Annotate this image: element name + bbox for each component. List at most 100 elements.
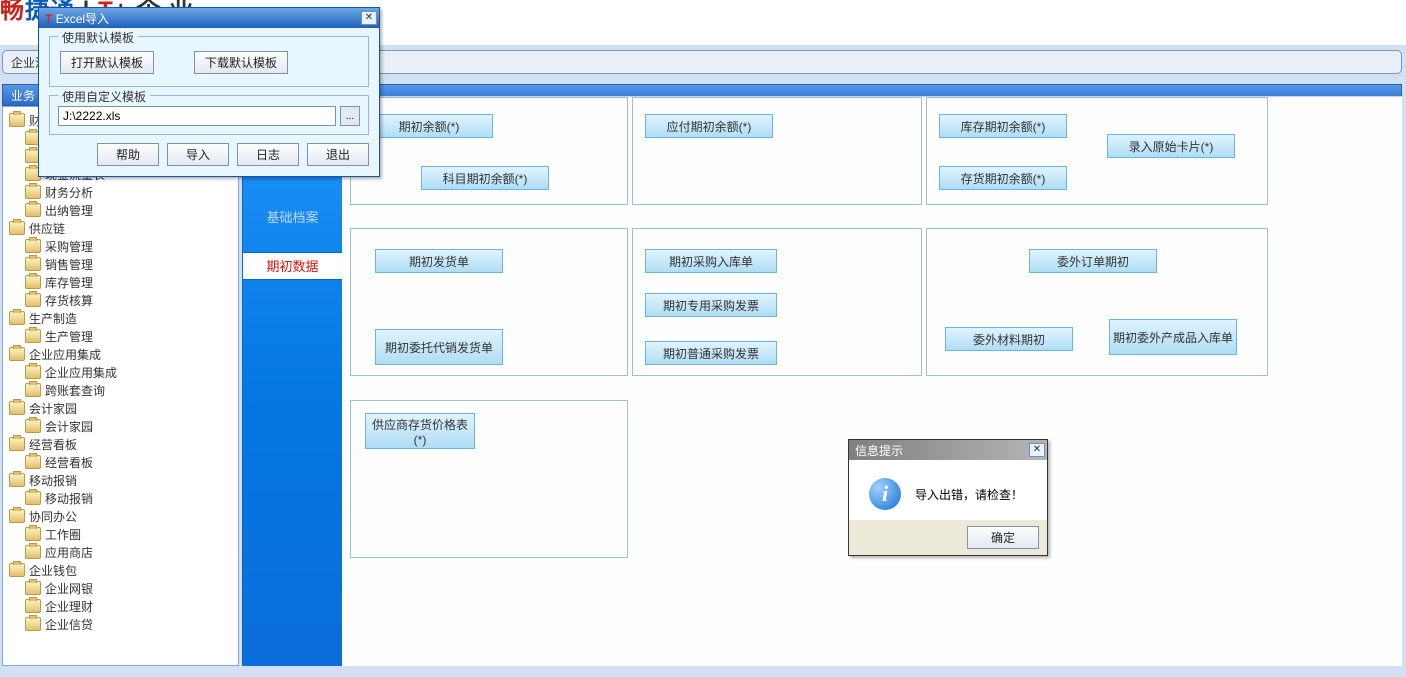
tree-node-label: 财务分析 bbox=[45, 184, 93, 201]
tree-node[interactable]: 供应链 bbox=[5, 219, 236, 237]
tile-period-init-balance[interactable]: 期初余额(*) bbox=[365, 114, 493, 138]
tree-node[interactable]: 企业网银 bbox=[5, 579, 236, 597]
tree-node-label: 协同办公 bbox=[29, 508, 77, 525]
tile-outsource-finished-inbound[interactable]: 期初委外产成品入库单 bbox=[1109, 319, 1237, 355]
folder-icon bbox=[9, 473, 25, 487]
tree-node[interactable]: 销售管理 bbox=[5, 255, 236, 273]
tile-enter-original-card[interactable]: 录入原始卡片(*) bbox=[1107, 134, 1235, 158]
tile-init-special-purchase-invoice[interactable]: 期初专用采购发票 bbox=[645, 293, 777, 317]
group-1a: 期初余额(*) 科目期初余额(*) bbox=[350, 97, 628, 205]
tree-node-label: 存货核算 bbox=[45, 292, 93, 309]
tree-node[interactable]: 企业理财 bbox=[5, 597, 236, 615]
tile-outsource-material-init[interactable]: 委外材料期初 bbox=[945, 327, 1073, 351]
download-default-template-button[interactable]: 下载默认模板 bbox=[194, 51, 288, 74]
tree-node[interactable]: 应用商店 bbox=[5, 543, 236, 561]
tree-node[interactable]: 工作圈 bbox=[5, 525, 236, 543]
panel-item-initdata[interactable]: 期初数据 bbox=[243, 252, 342, 280]
tile-init-shipment[interactable]: 期初发货单 bbox=[375, 249, 503, 273]
tree-node-label: 企业钱包 bbox=[29, 562, 77, 579]
log-button[interactable]: 日志 bbox=[237, 143, 299, 166]
tree-node-label: 经营看板 bbox=[29, 436, 77, 453]
tile-init-consignment-shipment[interactable]: 期初委托代销发货单 bbox=[375, 329, 503, 365]
tile-init-purchase-inbound[interactable]: 期初采购入库单 bbox=[645, 249, 777, 273]
tree-node[interactable]: 会计家园 bbox=[5, 417, 236, 435]
folder-icon bbox=[25, 185, 41, 199]
tree-node-label: 跨账套查询 bbox=[45, 382, 105, 399]
tree-node-label: 工作圈 bbox=[45, 526, 81, 543]
tree-node[interactable]: 经营看板 bbox=[5, 435, 236, 453]
tree-node[interactable]: 财务分析 bbox=[5, 183, 236, 201]
message-box: 信息提示 ✕ i 导入出错，请检查！ 确定 bbox=[848, 439, 1048, 556]
tree-node[interactable]: 企业信贷 bbox=[5, 615, 236, 633]
tile-inventory-init-balance[interactable]: 存货期初余额(*) bbox=[939, 166, 1067, 190]
folder-icon bbox=[25, 365, 41, 379]
tile-init-normal-purchase-invoice[interactable]: 期初普通采购发票 bbox=[645, 341, 777, 365]
dialog-title-text: Excel导入 bbox=[56, 12, 109, 26]
tile-supplier-inventory-price[interactable]: 供应商存货价格表(*) bbox=[365, 413, 475, 449]
folder-icon bbox=[25, 419, 41, 433]
group-2c: 委外订单期初 委外材料期初 期初委外产成品入库单 bbox=[926, 228, 1268, 376]
tree-node[interactable]: 移动报销 bbox=[5, 471, 236, 489]
close-icon[interactable]: ✕ bbox=[1029, 443, 1045, 457]
tree-node[interactable]: 存货核算 bbox=[5, 291, 236, 309]
tree-node-label: 会计家园 bbox=[45, 418, 93, 435]
open-default-template-button[interactable]: 打开默认模板 bbox=[60, 51, 154, 74]
excel-import-dialog: T Excel导入 ✕ 使用默认模板 打开默认模板 下载默认模板 使用自定义模板… bbox=[38, 7, 380, 177]
tree-node[interactable]: 采购管理 bbox=[5, 237, 236, 255]
message-title-text: 信息提示 bbox=[855, 442, 903, 459]
template-path-input[interactable] bbox=[58, 106, 336, 126]
tree-node[interactable]: 会计家园 bbox=[5, 399, 236, 417]
tree-node[interactable]: 企业应用集成 bbox=[5, 363, 236, 381]
tree-node[interactable]: 经营看板 bbox=[5, 453, 236, 471]
folder-icon bbox=[25, 293, 41, 307]
tile-subject-init-balance[interactable]: 科目期初余额(*) bbox=[421, 166, 549, 190]
tree-node[interactable]: 移动报销 bbox=[5, 489, 236, 507]
folder-icon bbox=[9, 347, 25, 361]
tree-node-label: 供应链 bbox=[29, 220, 65, 237]
browse-button[interactable]: ... bbox=[340, 106, 360, 126]
tree-node-label: 采购管理 bbox=[45, 238, 93, 255]
tile-outsource-order-init[interactable]: 委外订单期初 bbox=[1029, 249, 1157, 273]
tree-node[interactable]: 协同办公 bbox=[5, 507, 236, 525]
tree-node-label: 移动报销 bbox=[45, 490, 93, 507]
tree-node-label: 企业应用集成 bbox=[45, 364, 117, 381]
category-panel: 基础档案 期初数据 bbox=[242, 106, 342, 666]
import-button[interactable]: 导入 bbox=[167, 143, 229, 166]
tile-stock-init-balance[interactable]: 库存期初余额(*) bbox=[939, 114, 1067, 138]
tree-node[interactable]: 出纳管理 bbox=[5, 201, 236, 219]
tree-node-label: 移动报销 bbox=[29, 472, 77, 489]
dialog-titlebar[interactable]: T Excel导入 ✕ bbox=[39, 8, 379, 28]
group-1b: 应付期初余额(*) bbox=[632, 97, 922, 205]
folder-icon bbox=[25, 275, 41, 289]
folder-icon bbox=[9, 437, 25, 451]
tree-node[interactable]: 库存管理 bbox=[5, 273, 236, 291]
fieldset-default-template: 使用默认模板 打开默认模板 下载默认模板 bbox=[49, 36, 369, 87]
tree-node-label: 企业信贷 bbox=[45, 616, 93, 633]
close-icon[interactable]: ✕ bbox=[361, 11, 377, 25]
ok-button[interactable]: 确定 bbox=[967, 526, 1039, 549]
fieldset-custom-template: 使用自定义模板 ... bbox=[49, 95, 369, 135]
tree-node[interactable]: 跨账套查询 bbox=[5, 381, 236, 399]
tree-node-label: 经营看板 bbox=[45, 454, 93, 471]
tree-node[interactable]: 生产管理 bbox=[5, 327, 236, 345]
tree-node-label: 企业应用集成 bbox=[29, 346, 101, 363]
help-button[interactable]: 帮助 bbox=[97, 143, 159, 166]
folder-icon bbox=[25, 203, 41, 217]
message-text: 导入出错，请检查！ bbox=[915, 486, 1023, 503]
work-area: 期初余额(*) 科目期初余额(*) 应付期初余额(*) 库存期初余额(*) 存货… bbox=[342, 96, 1402, 666]
folder-icon bbox=[9, 113, 25, 127]
tile-payable-init-balance[interactable]: 应付期初余额(*) bbox=[645, 114, 773, 138]
message-titlebar[interactable]: 信息提示 ✕ bbox=[849, 440, 1047, 460]
title-t-icon: T bbox=[45, 12, 52, 26]
tree-node[interactable]: 企业应用集成 bbox=[5, 345, 236, 363]
panel-item-basic[interactable]: 基础档案 bbox=[243, 204, 342, 232]
tree-node-label: 会计家园 bbox=[29, 400, 77, 417]
exit-button[interactable]: 退出 bbox=[307, 143, 369, 166]
nav-tree: 财成本管理UFO报表现金流量表财务分析出纳管理供应链采购管理销售管理库存管理存货… bbox=[2, 106, 239, 666]
legend-custom: 使用自定义模板 bbox=[58, 88, 150, 105]
folder-icon bbox=[25, 257, 41, 271]
tree-node[interactable]: 生产制造 bbox=[5, 309, 236, 327]
tree-node[interactable]: 企业钱包 bbox=[5, 561, 236, 579]
tree-node-label: 企业网银 bbox=[45, 580, 93, 597]
tab-business[interactable]: 业务 bbox=[11, 87, 35, 104]
